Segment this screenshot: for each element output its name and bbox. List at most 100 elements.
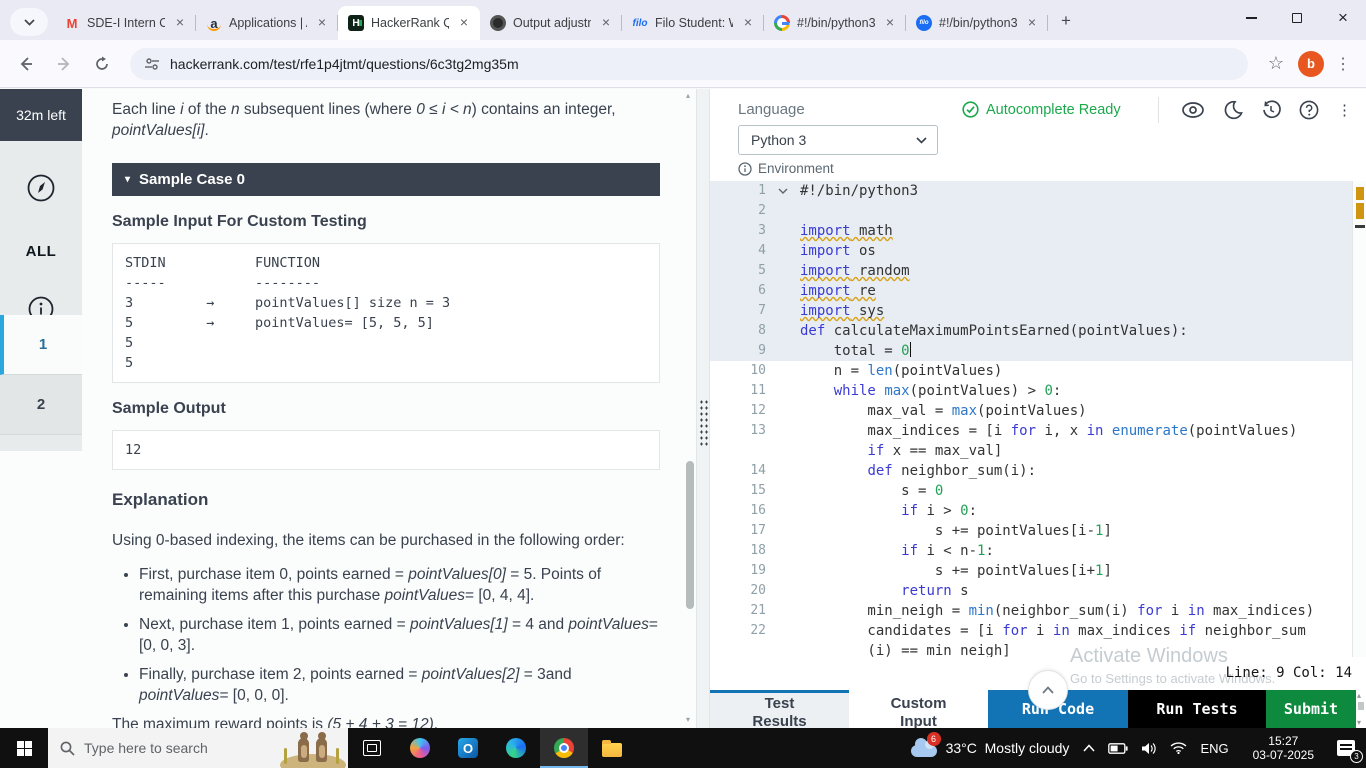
line-number xyxy=(710,441,766,461)
submit-button[interactable]: Submit xyxy=(1266,690,1356,728)
collapse-console-button[interactable] xyxy=(1028,670,1068,710)
forward-button[interactable] xyxy=(48,48,80,80)
problem-scrollbar[interactable]: ▴ ▾ xyxy=(685,89,695,728)
file-explorer-button[interactable] xyxy=(588,728,636,768)
warning-mark xyxy=(1356,203,1364,219)
code-token: if xyxy=(901,503,919,519)
weather-text[interactable]: 33°C Mostly cloudy xyxy=(946,740,1070,756)
close-window-button[interactable]: × xyxy=(1320,0,1366,36)
tab-search-button[interactable] xyxy=(10,8,48,36)
code-token: math xyxy=(850,223,893,239)
environment-label: Environment xyxy=(758,161,834,176)
browser-tab[interactable]: Output adjustme × xyxy=(480,6,622,40)
tab-close-button[interactable]: × xyxy=(882,15,898,31)
browser-tab[interactable]: a Applications | A × xyxy=(196,6,338,40)
run-tests-button[interactable]: Run Tests xyxy=(1128,690,1266,728)
line-number: 5 xyxy=(758,263,766,278)
code-editor[interactable]: 1 #!/bin/python3 2 3 import math 4 import os 5 i… xyxy=(710,181,1352,657)
divider xyxy=(1158,97,1159,123)
browser-tab[interactable]: filo #!/bin/python3 × xyxy=(906,6,1048,40)
back-button[interactable] xyxy=(10,48,42,80)
dashboard-button[interactable] xyxy=(0,173,82,203)
reload-button[interactable] xyxy=(86,48,118,80)
bookmark-button[interactable]: ☆ xyxy=(1260,48,1292,80)
system-tray: 6 33°C Mostly cloudy ENG 15:27 03-07-202… xyxy=(902,728,1366,768)
edge-button[interactable] xyxy=(492,728,540,768)
input-language-indicator[interactable]: ENG xyxy=(1200,741,1228,756)
panel-splitter[interactable] xyxy=(696,89,710,728)
volume-icon[interactable] xyxy=(1141,742,1157,755)
copilot-button[interactable] xyxy=(396,728,444,768)
dark-mode-moon-icon[interactable] xyxy=(1223,100,1243,120)
maximize-icon xyxy=(1292,13,1302,23)
language-select[interactable]: Python 3 xyxy=(738,125,938,155)
eye-icon[interactable] xyxy=(1181,101,1205,119)
browser-tab[interactable]: M SDE-I Intern Onli × xyxy=(54,6,196,40)
code-token: len xyxy=(867,363,893,379)
fold-column xyxy=(766,461,800,481)
code-token: if xyxy=(1179,623,1197,639)
google-favicon xyxy=(774,15,790,31)
code-token: ] xyxy=(1103,523,1112,539)
maximize-button[interactable] xyxy=(1274,0,1320,36)
console-scrollbar[interactable]: ▴ ▾ xyxy=(1356,690,1366,728)
tab-close-button[interactable]: × xyxy=(172,15,188,31)
weather-widget[interactable]: 6 xyxy=(902,728,946,768)
tab-close-button[interactable]: × xyxy=(740,15,756,31)
scrollbar-thumb[interactable] xyxy=(1358,702,1364,710)
search-highlight-image[interactable] xyxy=(276,728,348,768)
task-view-button[interactable] xyxy=(348,728,396,768)
notification-center-button[interactable]: 3 xyxy=(1326,728,1366,768)
plain-text: of the xyxy=(183,101,231,118)
taskbar-clock[interactable]: 15:27 03-07-2025 xyxy=(1253,734,1314,762)
line-number: 3 xyxy=(758,223,766,238)
hidden-icons-chevron-icon[interactable] xyxy=(1083,744,1095,752)
clock-date: 03-07-2025 xyxy=(1252,748,1314,762)
question-tab-1[interactable]: 1 xyxy=(0,315,82,375)
notification-count-badge: 3 xyxy=(1350,750,1363,763)
copilot-icon xyxy=(410,738,430,758)
chrome-button[interactable] xyxy=(540,728,588,768)
browser-tab[interactable]: #!/bin/python3 × xyxy=(764,6,906,40)
code-token: max_indices = [i xyxy=(800,423,1011,439)
code-token: for xyxy=(1137,603,1163,619)
scrollbar-thumb[interactable] xyxy=(686,461,694,609)
code-line: 8 def calculateMaximumPointsEarned(pointV… xyxy=(710,321,1352,341)
tab-close-button[interactable]: × xyxy=(598,15,614,31)
code-text: if i > 0: xyxy=(800,501,977,521)
history-icon[interactable] xyxy=(1261,100,1281,120)
fold-column xyxy=(766,361,800,381)
code-text: def neighbor_sum(i): xyxy=(800,461,1036,481)
sample-case-0-header[interactable]: ▾ Sample Case 0 xyxy=(112,163,660,196)
outlook-button[interactable]: O xyxy=(444,728,492,768)
splitter-grip-icon xyxy=(699,399,708,447)
browser-menu-button[interactable]: ⋮ xyxy=(1330,54,1356,74)
all-questions-button[interactable]: ALL xyxy=(0,243,82,260)
scroll-down-icon: ▾ xyxy=(1357,718,1362,727)
tab-close-button[interactable]: × xyxy=(456,15,472,31)
tab-close-button[interactable]: × xyxy=(1024,15,1040,31)
profile-avatar[interactable]: b xyxy=(1298,50,1324,77)
browser-tab[interactable]: filo Filo Student: Wo × xyxy=(622,6,764,40)
battery-icon[interactable] xyxy=(1108,742,1129,754)
taskbar-search-box[interactable]: Type here to search xyxy=(48,728,348,768)
environment-link[interactable]: Environment xyxy=(738,161,834,176)
code-token: import xyxy=(800,243,851,259)
question-tab-2[interactable]: 2 xyxy=(0,375,82,435)
fold-toggle-icon[interactable] xyxy=(766,181,800,201)
start-button[interactable] xyxy=(0,728,48,768)
code-token: s xyxy=(951,583,969,599)
wifi-icon[interactable] xyxy=(1170,742,1187,754)
url-bar[interactable]: hackerrank.com/test/rfe1p4jtmt/questions… xyxy=(130,47,1248,80)
browser-tab-strip: M SDE-I Intern Onli × a Applications | A × H Ha… xyxy=(0,0,1366,40)
new-tab-button[interactable]: + xyxy=(1052,7,1080,35)
console-tab-test[interactable]: Test Results xyxy=(710,690,849,728)
code-text: import re xyxy=(800,281,876,301)
plain-text: = [0, 0, 0]. xyxy=(219,687,289,704)
help-icon[interactable] xyxy=(1299,100,1319,120)
minimize-button[interactable] xyxy=(1228,0,1274,36)
tab-close-button[interactable]: × xyxy=(314,15,330,31)
editor-menu-icon[interactable]: ⋮ xyxy=(1337,101,1352,119)
browser-tab[interactable]: H HackerRank Que × xyxy=(338,6,480,40)
console-tab-custom[interactable]: Custom Input xyxy=(849,690,988,728)
